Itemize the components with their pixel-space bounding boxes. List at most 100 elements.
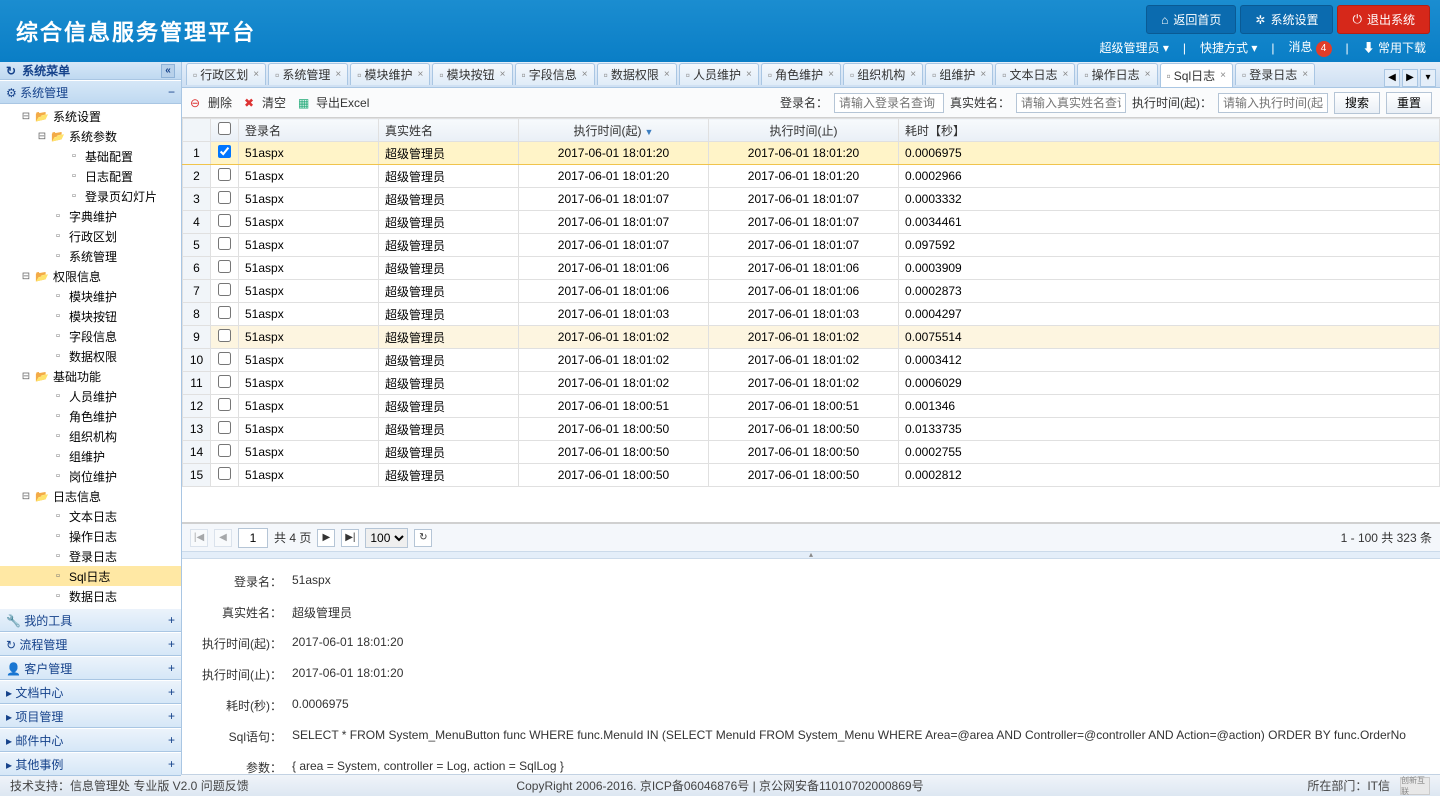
grid-col-header[interactable]: 登录名 (239, 119, 379, 142)
tree-item[interactable]: ▫角色维护 (0, 406, 181, 426)
tree-item[interactable]: ▫数据权限 (0, 346, 181, 366)
tab-close[interactable]: × (582, 69, 588, 80)
tab[interactable]: ▫操作日志× (1077, 63, 1157, 85)
tree-item[interactable]: ▫岗位维护 (0, 466, 181, 486)
table-row[interactable]: 551aspx超级管理员2017-06-01 18:01:072017-06-0… (183, 234, 1440, 257)
row-checkbox[interactable] (211, 349, 239, 372)
tab-close[interactable]: × (1220, 70, 1226, 81)
side-panel-1[interactable]: 🔧 我的工具+ (0, 608, 181, 632)
tab-close[interactable]: × (828, 69, 834, 80)
user-menu[interactable]: 超级管理员 ▾ (1100, 39, 1169, 56)
clear-button[interactable]: ✖清空 (244, 94, 286, 111)
tab[interactable]: ▫组织机构× (843, 63, 923, 85)
tab[interactable]: ▫组维护× (925, 63, 993, 85)
reset-button[interactable]: 重置 (1386, 92, 1432, 114)
table-row[interactable]: 951aspx超级管理员2017-06-01 18:01:022017-06-0… (183, 326, 1440, 349)
row-checkbox[interactable] (211, 142, 239, 165)
tree-item[interactable]: ▫系统管理 (0, 246, 181, 266)
tab-close[interactable]: × (910, 69, 916, 80)
pager-size-select[interactable]: 100 (365, 528, 408, 548)
splitter[interactable]: ▴ (182, 551, 1440, 559)
realname-input[interactable] (1016, 93, 1126, 113)
tab[interactable]: ▫系统管理× (268, 63, 348, 85)
row-checkbox[interactable] (211, 303, 239, 326)
tab-scroll-left[interactable]: ◀ (1384, 69, 1400, 87)
table-row[interactable]: 151aspx超级管理员2017-06-01 18:01:202017-06-0… (183, 142, 1440, 165)
row-checkbox[interactable] (211, 211, 239, 234)
tab[interactable]: ▫字段信息× (515, 63, 595, 85)
row-checkbox[interactable] (211, 464, 239, 487)
tree-toggle[interactable]: ⊟ (34, 131, 50, 142)
tree-item[interactable]: ▫组织机构 (0, 426, 181, 446)
tab[interactable]: ▫角色维护× (761, 63, 841, 85)
tab-close[interactable]: × (418, 69, 424, 80)
exectime-input[interactable] (1218, 93, 1328, 113)
tab-close[interactable]: × (1145, 69, 1151, 80)
grid-col-header[interactable]: 耗时【秒】 (899, 119, 1440, 142)
row-checkbox[interactable] (211, 165, 239, 188)
table-row[interactable]: 251aspx超级管理员2017-06-01 18:01:202017-06-0… (183, 165, 1440, 188)
row-checkbox[interactable] (211, 326, 239, 349)
tree-item[interactable]: ⊟📂日志信息 (0, 486, 181, 506)
tab[interactable]: ▫文本日志× (995, 63, 1075, 85)
grid-col-header[interactable]: 执行时间(止) (709, 119, 899, 142)
table-row[interactable]: 351aspx超级管理员2017-06-01 18:01:072017-06-0… (183, 188, 1440, 211)
side-panel-0[interactable]: ⚙ 系统管理− (0, 80, 181, 104)
tree-toggle[interactable]: ⊟ (18, 271, 34, 282)
tab-close[interactable]: × (980, 69, 986, 80)
grid-col-header[interactable]: 真实姓名 (379, 119, 519, 142)
messages-link[interactable]: 消息4 (1289, 38, 1332, 57)
row-checkbox[interactable] (211, 372, 239, 395)
row-checkbox[interactable] (211, 395, 239, 418)
row-checkbox[interactable] (211, 441, 239, 464)
login-input[interactable] (834, 93, 944, 113)
tree-item[interactable]: ▫模块按钮 (0, 306, 181, 326)
col-chk[interactable] (211, 119, 239, 142)
table-row[interactable]: 851aspx超级管理员2017-06-01 18:01:032017-06-0… (183, 303, 1440, 326)
export-button[interactable]: ▦导出Excel (298, 94, 369, 111)
table-row[interactable]: 1451aspx超级管理员2017-06-01 18:00:502017-06-… (183, 441, 1440, 464)
tab[interactable]: ▫行政区划× (186, 63, 266, 85)
tab-scroll-right[interactable]: ▶ (1402, 69, 1418, 87)
tree-item[interactable]: ▫基础配置 (0, 146, 181, 166)
refresh-icon[interactable]: ↻ (6, 64, 16, 78)
pager-first[interactable]: |◀ (190, 529, 208, 547)
table-row[interactable]: 451aspx超级管理员2017-06-01 18:01:072017-06-0… (183, 211, 1440, 234)
side-panel-4[interactable]: ▸ 文档中心+ (0, 680, 181, 704)
tree-toggle[interactable]: ⊟ (18, 491, 34, 502)
side-panel-2[interactable]: ↻ 流程管理+ (0, 632, 181, 656)
tab[interactable]: ▫数据权限× (597, 63, 677, 85)
tab[interactable]: ▫Sql日志× (1160, 63, 1233, 87)
side-panel-7[interactable]: ▸ 其他事例+ (0, 752, 181, 776)
tree-item[interactable]: ▫文本日志 (0, 506, 181, 526)
tab[interactable]: ▫模块维护× (350, 63, 430, 85)
tab[interactable]: ▫人员维护× (679, 63, 759, 85)
tab-close[interactable]: × (1302, 69, 1308, 80)
tree-item[interactable]: ▫Sql日志 (0, 566, 181, 586)
shortcut-menu[interactable]: 快捷方式 ▾ (1200, 39, 1257, 56)
tree-item[interactable]: ⊟📂系统设置 (0, 106, 181, 126)
delete-button[interactable]: ⊖删除 (190, 94, 232, 111)
table-row[interactable]: 1251aspx超级管理员2017-06-01 18:00:512017-06-… (183, 395, 1440, 418)
tree-toggle[interactable]: ⊟ (18, 111, 34, 122)
tab-close[interactable]: × (335, 69, 341, 80)
pager-prev[interactable]: ◀ (214, 529, 232, 547)
tab-close[interactable]: × (253, 69, 259, 80)
row-checkbox[interactable] (211, 280, 239, 303)
logout-button[interactable]: ⏻退出系统 (1337, 5, 1430, 34)
table-row[interactable]: 1051aspx超级管理员2017-06-01 18:01:022017-06-… (183, 349, 1440, 372)
row-checkbox[interactable] (211, 188, 239, 211)
pager-last[interactable]: ▶| (341, 529, 359, 547)
tree-item[interactable]: ▫人员维护 (0, 386, 181, 406)
tree-item[interactable]: ⊟📂基础功能 (0, 366, 181, 386)
tree-item[interactable]: ⊟📂权限信息 (0, 266, 181, 286)
side-panel-6[interactable]: ▸ 邮件中心+ (0, 728, 181, 752)
table-row[interactable]: 1351aspx超级管理员2017-06-01 18:00:502017-06-… (183, 418, 1440, 441)
side-panel-5[interactable]: ▸ 项目管理+ (0, 704, 181, 728)
row-checkbox[interactable] (211, 234, 239, 257)
tab-menu[interactable]: ▾ (1420, 69, 1436, 87)
collapse-icon[interactable]: « (161, 64, 175, 78)
pager-next[interactable]: ▶ (317, 529, 335, 547)
tab-close[interactable]: × (664, 69, 670, 80)
table-row[interactable]: 1551aspx超级管理员2017-06-01 18:00:502017-06-… (183, 464, 1440, 487)
